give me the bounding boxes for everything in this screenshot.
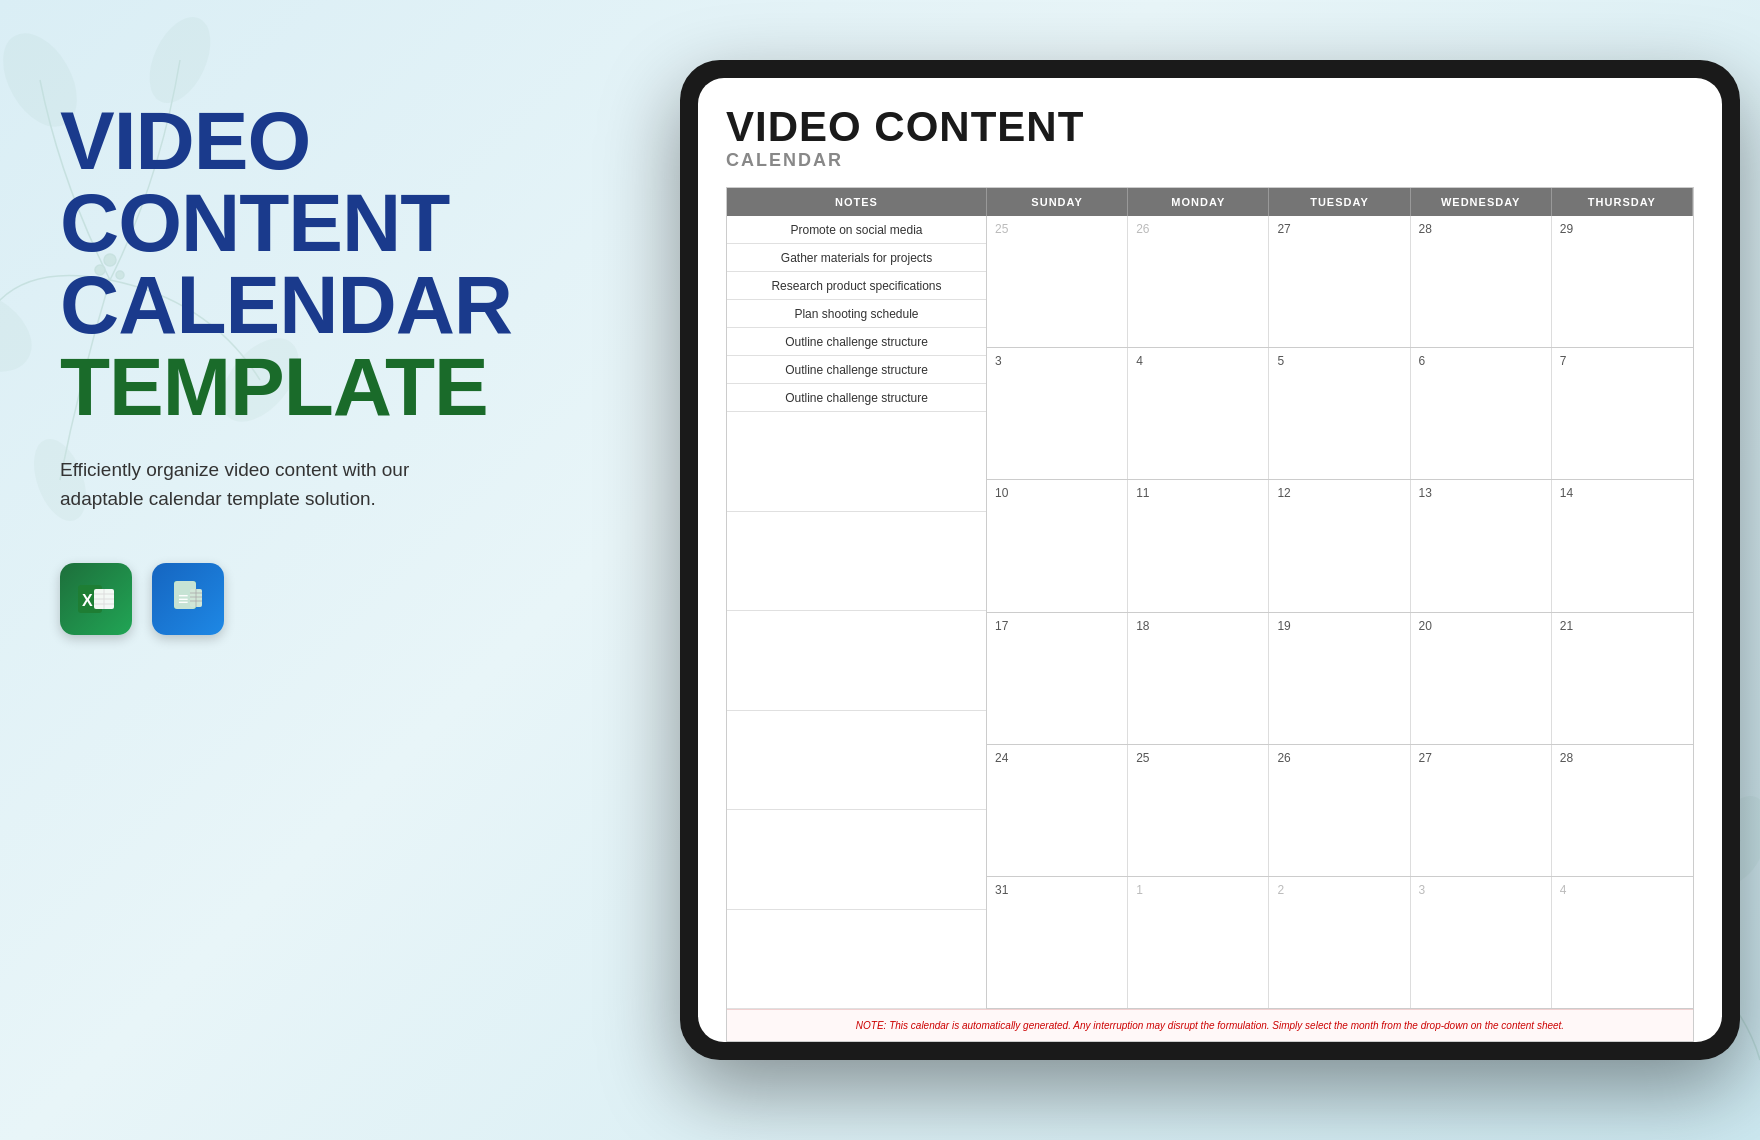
table-header: NOTES SUNDAY MONDAY TUESDAY WEDNESDAY TH… — [727, 188, 1693, 216]
cal-cell-w4-sun: 17 — [987, 613, 1128, 744]
note-row-4: Plan shooting schedule — [727, 300, 986, 328]
cal-cell-w1-wed: 28 — [1411, 216, 1552, 347]
notes-column: Promote on social media Gather materials… — [727, 216, 987, 1009]
note-row-empty-5 — [727, 810, 986, 910]
title-line3: CALENDAR — [60, 264, 520, 346]
excel-logo-svg: X — [76, 579, 116, 619]
app-icons: X ≡ — [60, 563, 520, 635]
col-tuesday-header: TUESDAY — [1269, 188, 1410, 216]
col-monday-header: MONDAY — [1128, 188, 1269, 216]
cal-cell-w4-thu: 21 — [1552, 613, 1693, 744]
note-row-3: Research product specifications — [727, 272, 986, 300]
table-body: Promote on social media Gather materials… — [727, 216, 1693, 1009]
sheets-icon[interactable]: ≡ — [152, 563, 224, 635]
note-row-6: Outline challenge structure — [727, 356, 986, 384]
cal-week-4: 17 18 19 20 21 — [987, 613, 1693, 745]
cal-cell-w3-tue: 12 — [1269, 480, 1410, 611]
note-row-empty-4 — [727, 711, 986, 811]
cal-cell-w4-tue: 19 — [1269, 613, 1410, 744]
note-row-2: Gather materials for projects — [727, 244, 986, 272]
cal-week-5: 24 25 26 27 28 — [987, 745, 1693, 877]
note-row-empty-3 — [727, 611, 986, 711]
cal-cell-w1-sun: 25 — [987, 216, 1128, 347]
cal-cell-w3-mon: 11 — [1128, 480, 1269, 611]
note-row-7: Outline challenge structure — [727, 384, 986, 412]
cal-week-1: 25 26 27 28 29 — [987, 216, 1693, 348]
cal-week-2: 3 4 5 6 7 — [987, 348, 1693, 480]
main-title: VIDEO CONTENT CALENDAR TEMPLATE — [60, 100, 520, 428]
cal-cell-w5-mon: 25 — [1128, 745, 1269, 876]
col-wednesday-header: WEDNESDAY — [1411, 188, 1552, 216]
svg-text:X: X — [82, 592, 93, 609]
cal-cell-w1-mon: 26 — [1128, 216, 1269, 347]
title-line1: VIDEO — [60, 100, 520, 182]
note-row-empty-6 — [727, 910, 986, 1010]
title-line2: CONTENT — [60, 182, 520, 264]
cal-cell-w2-tue: 5 — [1269, 348, 1410, 479]
title-line4: TEMPLATE — [60, 346, 520, 428]
note-row-empty-1 — [727, 412, 986, 512]
cal-cell-w6-sun: 31 — [987, 877, 1128, 1008]
sheets-logo-svg: ≡ — [168, 579, 208, 619]
cal-cell-w3-thu: 14 — [1552, 480, 1693, 611]
cal-cell-w1-thu: 29 — [1552, 216, 1693, 347]
calendar-grid: 25 26 27 28 29 3 4 5 6 7 — [987, 216, 1693, 1009]
col-notes-header: NOTES — [727, 188, 987, 216]
cal-cell-w5-thu: 28 — [1552, 745, 1693, 876]
svg-point-2 — [0, 272, 45, 388]
cal-cell-w5-wed: 27 — [1411, 745, 1552, 876]
cal-cell-w4-mon: 18 — [1128, 613, 1269, 744]
subtitle: Efficiently organize video content with … — [60, 456, 460, 513]
cal-cell-w5-sun: 24 — [987, 745, 1128, 876]
cal-cell-w2-thu: 7 — [1552, 348, 1693, 479]
cal-cell-w5-tue: 26 — [1269, 745, 1410, 876]
cal-cell-w6-mon: 1 — [1128, 877, 1269, 1008]
sheet-subtitle: CALENDAR — [726, 150, 1694, 171]
sheet-title: VIDEO CONTENT — [726, 106, 1694, 148]
cal-cell-w6-wed: 3 — [1411, 877, 1552, 1008]
cal-week-6: 31 1 2 3 4 — [987, 877, 1693, 1009]
col-sunday-header: SUNDAY — [987, 188, 1128, 216]
device-frame: VIDEO CONTENT CALENDAR NOTES SUNDAY MOND… — [680, 60, 1740, 1060]
excel-icon[interactable]: X — [60, 563, 132, 635]
cal-cell-w6-tue: 2 — [1269, 877, 1410, 1008]
cal-cell-w3-sun: 10 — [987, 480, 1128, 611]
calendar-table: NOTES SUNDAY MONDAY TUESDAY WEDNESDAY TH… — [726, 187, 1694, 1042]
spreadsheet: VIDEO CONTENT CALENDAR NOTES SUNDAY MOND… — [698, 78, 1722, 1042]
cal-cell-w2-wed: 6 — [1411, 348, 1552, 479]
cal-week-3: 10 11 12 13 14 — [987, 480, 1693, 612]
footer-note: NOTE: This calendar is automatically gen… — [727, 1009, 1693, 1041]
note-row-1: Promote on social media — [727, 216, 986, 244]
cal-cell-w2-sun: 3 — [987, 348, 1128, 479]
col-thursday-header: THURSDAY — [1552, 188, 1693, 216]
cal-cell-w6-thu: 4 — [1552, 877, 1693, 1008]
cal-cell-w4-wed: 20 — [1411, 613, 1552, 744]
note-row-empty-2 — [727, 512, 986, 612]
cal-cell-w2-mon: 4 — [1128, 348, 1269, 479]
note-row-5: Outline challenge structure — [727, 328, 986, 356]
svg-text:≡: ≡ — [178, 589, 189, 609]
device-screen: VIDEO CONTENT CALENDAR NOTES SUNDAY MOND… — [698, 78, 1722, 1042]
cal-cell-w1-tue: 27 — [1269, 216, 1410, 347]
cal-cell-w3-wed: 13 — [1411, 480, 1552, 611]
left-panel: VIDEO CONTENT CALENDAR TEMPLATE Efficien… — [60, 100, 520, 635]
